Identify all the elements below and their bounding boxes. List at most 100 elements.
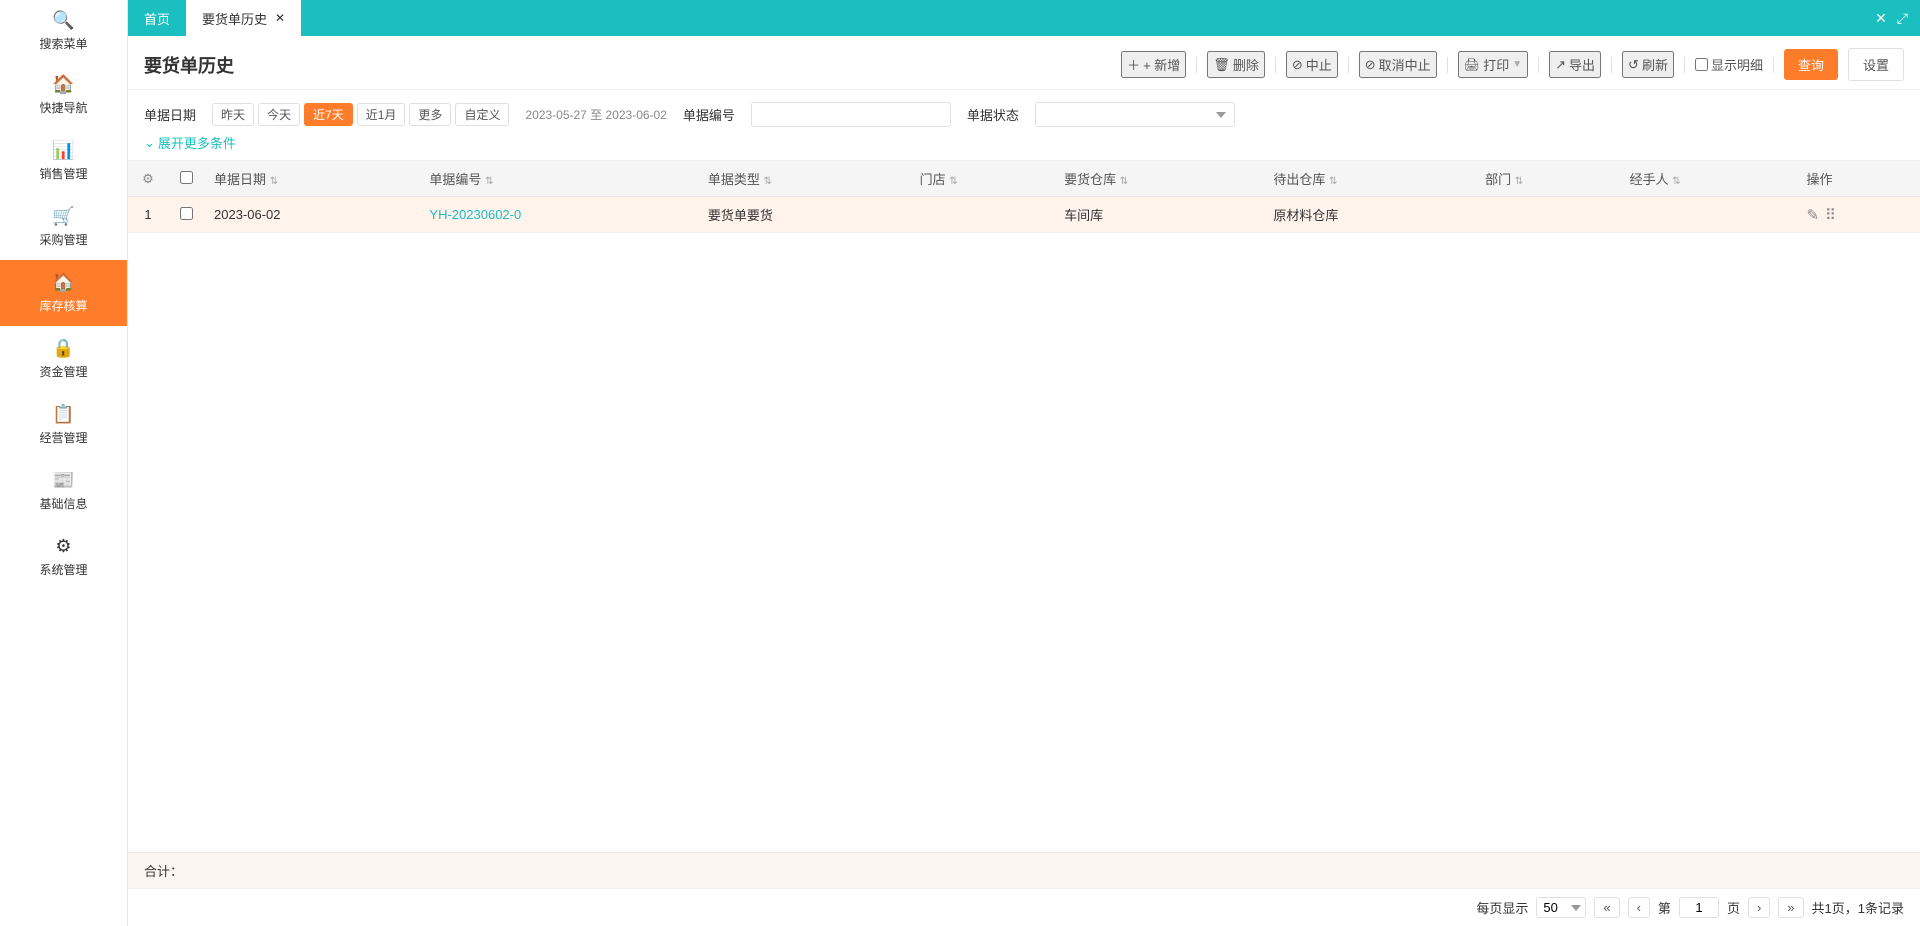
- divider: [1447, 57, 1448, 73]
- edit-icon[interactable]: ✎: [1806, 206, 1819, 224]
- next-page-button[interactable]: ›: [1748, 897, 1770, 918]
- date-filter-label: 单据日期: [144, 105, 196, 124]
- sort-icon[interactable]: ⇅: [1515, 176, 1523, 187]
- select-all-checkbox[interactable]: [180, 171, 193, 184]
- row-pending-warehouse: 原材料仓库: [1263, 197, 1475, 233]
- pagination-bar: 每页显示 10 20 50 100 « ‹ 第 页 › » 共1页，1条记录: [128, 888, 1920, 926]
- sidebar-item-label: 资金管理: [39, 363, 87, 380]
- tab-history[interactable]: 要货单历史 ✕: [186, 0, 301, 36]
- divider: [1348, 57, 1349, 73]
- sidebar-item-label: 经营管理: [39, 429, 87, 446]
- purchase-icon: 🛒: [52, 206, 74, 227]
- date-btn-custom[interactable]: 自定义: [455, 103, 509, 126]
- page-summary: 共1页，1条记录: [1812, 898, 1904, 917]
- show-detail-toggle[interactable]: 显示明细: [1695, 55, 1763, 74]
- sidebar-item-label: 销售管理: [39, 165, 87, 182]
- last-page-button[interactable]: »: [1778, 897, 1803, 918]
- row-checkbox: [168, 197, 204, 233]
- stop-button[interactable]: ⊘ 中止: [1286, 51, 1338, 78]
- expand-icon: ⌄: [144, 135, 155, 151]
- show-detail-checkbox[interactable]: [1695, 58, 1708, 71]
- date-btn-more[interactable]: 更多: [409, 103, 451, 126]
- sidebar-item-label: 库存核算: [39, 297, 87, 314]
- th-action: 操作: [1796, 161, 1920, 197]
- row-handler: [1620, 197, 1797, 233]
- tab-home[interactable]: 首页: [128, 0, 186, 36]
- sidebar-item-sales[interactable]: 📊 销售管理: [0, 128, 127, 194]
- status-select[interactable]: [1035, 102, 1235, 127]
- toolbar: ＋ + 新增 🗑 删除 ⊘ 中止 ⊘ 取消中止: [1121, 48, 1904, 81]
- page-size-select[interactable]: 10 20 50 100: [1536, 897, 1586, 918]
- sort-icon[interactable]: ⇅: [949, 176, 957, 187]
- sidebar-item-purchase[interactable]: 🛒 采购管理: [0, 194, 127, 260]
- prev-page-button[interactable]: ‹: [1628, 897, 1650, 918]
- th-checkbox: [168, 161, 204, 197]
- row-select-checkbox[interactable]: [180, 207, 193, 220]
- th-doc-no: 单据编号 ⇅: [419, 161, 697, 197]
- sidebar-item-basic-info[interactable]: 📰 基础信息: [0, 458, 127, 524]
- refresh-button[interactable]: ↺ 刷新: [1622, 51, 1674, 78]
- more-icon[interactable]: ⠿: [1825, 206, 1836, 224]
- sort-icon[interactable]: ⇅: [763, 176, 771, 187]
- th-handler: 经手人 ⇅: [1620, 161, 1797, 197]
- sidebar-item-inventory[interactable]: 🏠 库存核算: [0, 260, 127, 326]
- basic-info-icon: 📰: [52, 470, 74, 491]
- new-icon: ＋: [1127, 55, 1140, 74]
- total-label: 合计：: [144, 864, 183, 879]
- search-icon: 🔍: [52, 10, 74, 31]
- sort-icon[interactable]: ⇅: [270, 176, 278, 187]
- window-resize-icon[interactable]: ⤢: [1897, 10, 1908, 27]
- print-button[interactable]: 🖨 打印 ▼: [1458, 51, 1528, 78]
- row-num: 1: [128, 197, 168, 233]
- sidebar-search[interactable]: 🔍 搜索菜单: [0, 0, 127, 62]
- row-req-warehouse: 车间库: [1054, 197, 1263, 233]
- sidebar-item-operation[interactable]: 📋 经营管理: [0, 392, 127, 458]
- settings-button[interactable]: 设置: [1848, 48, 1904, 81]
- expand-more-btn[interactable]: ⌄ 展开更多条件: [144, 133, 1904, 152]
- sidebar-item-system[interactable]: ⚙ 系统管理: [0, 524, 127, 590]
- new-button[interactable]: ＋ + 新增: [1121, 51, 1186, 78]
- divider: [1275, 57, 1276, 73]
- sidebar-item-finance[interactable]: 🔒 资金管理: [0, 326, 127, 392]
- operation-icon: 📋: [52, 404, 74, 425]
- query-button[interactable]: 查询: [1784, 49, 1838, 80]
- doc-no-link[interactable]: YH-20230602-0: [429, 207, 521, 222]
- date-btn-yesterday[interactable]: 昨天: [212, 103, 254, 126]
- date-btn-1month[interactable]: 近1月: [357, 103, 406, 126]
- sort-icon[interactable]: ⇅: [1120, 176, 1128, 187]
- sort-icon[interactable]: ⇅: [1329, 176, 1337, 187]
- export-icon: ↗: [1555, 57, 1566, 73]
- divider: [1611, 57, 1612, 73]
- page-size-label: 每页显示: [1476, 898, 1528, 917]
- tab-bar-right: ✕ ⤢: [1875, 10, 1920, 27]
- sidebar-item-label: 快捷导航: [39, 99, 87, 116]
- tab-history-label: 要货单历史: [202, 9, 267, 28]
- gear-icon[interactable]: ⚙: [142, 171, 154, 186]
- row-store: [910, 197, 1055, 233]
- divider: [1196, 57, 1197, 73]
- sort-icon[interactable]: ⇅: [485, 176, 493, 187]
- window-close-icon[interactable]: ✕: [1875, 10, 1887, 27]
- tab-close-icon[interactable]: ✕: [275, 11, 285, 25]
- sort-icon[interactable]: ⇅: [1672, 176, 1680, 187]
- cancel-stop-button[interactable]: ⊘ 取消中止: [1359, 51, 1437, 78]
- th-settings: ⚙: [128, 161, 168, 197]
- goto-label: 第: [1658, 898, 1671, 917]
- doc-no-input[interactable]: [751, 102, 951, 127]
- finance-icon: 🔒: [52, 338, 74, 359]
- table-wrap: ⚙ 单据日期 ⇅ 单据编号 ⇅: [128, 161, 1920, 852]
- divider: [1684, 57, 1685, 73]
- print-icon: 🖨: [1464, 57, 1481, 73]
- export-button[interactable]: ↗ 导出: [1549, 51, 1601, 78]
- page-number-input[interactable]: [1679, 897, 1719, 918]
- inventory-icon: 🏠: [52, 272, 74, 293]
- sidebar-item-quick-nav[interactable]: 🏠 快捷导航: [0, 62, 127, 128]
- show-detail-label: 显示明细: [1711, 55, 1763, 74]
- date-btn-7days[interactable]: 近7天: [304, 103, 353, 126]
- row-date: 2023-06-02: [204, 197, 419, 233]
- delete-button[interactable]: 🗑 删除: [1207, 51, 1265, 78]
- first-page-button[interactable]: «: [1594, 897, 1619, 918]
- date-btn-today[interactable]: 今天: [258, 103, 300, 126]
- table-row: 1 2023-06-02 YH-20230602-0 要货单要货 车间库 原材料…: [128, 197, 1920, 233]
- main-area: 首页 要货单历史 ✕ ✕ ⤢ 要货单历史 ＋ + 新增 🗑 删除: [128, 0, 1920, 926]
